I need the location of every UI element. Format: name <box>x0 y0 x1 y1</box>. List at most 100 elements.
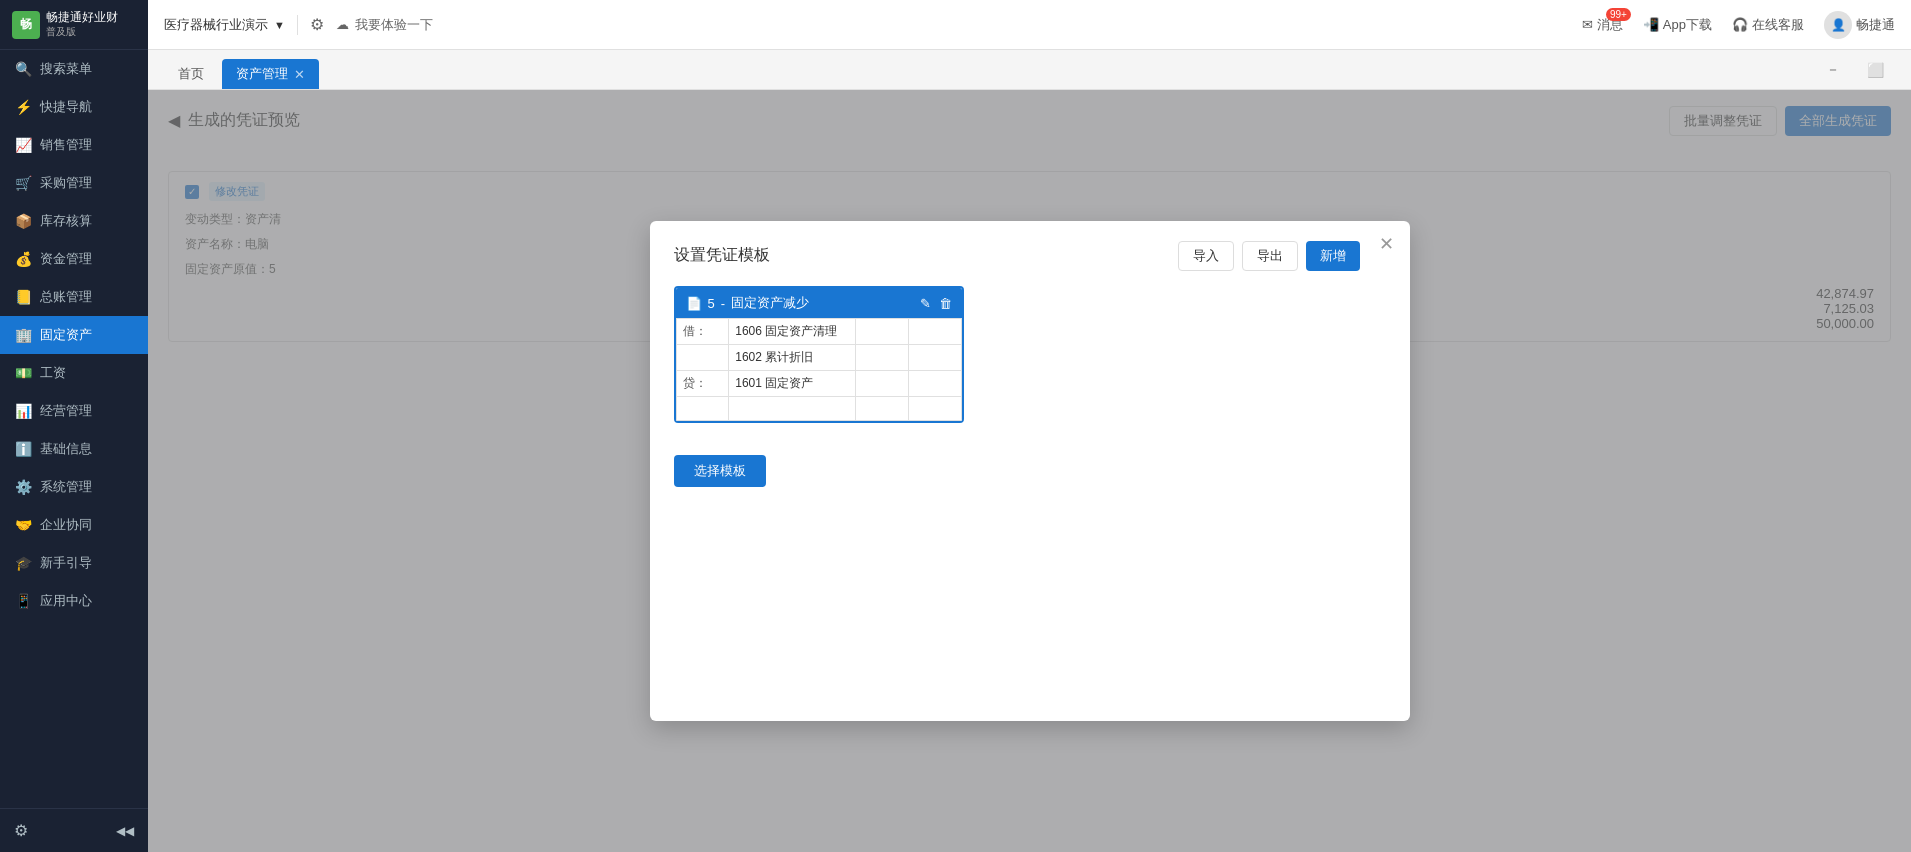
enterprise-icon: 🤝 <box>14 516 32 534</box>
table-row <box>676 397 961 421</box>
sidebar-item-label: 快捷导航 <box>40 98 92 116</box>
sidebar-item-enterprise[interactable]: 🤝 企业协同 <box>0 506 148 544</box>
entry-credit-3 <box>908 397 961 421</box>
select-template-btn[interactable]: 选择模板 <box>674 455 766 487</box>
cloud-icon: ☁ <box>336 17 349 32</box>
download-icon: 📲 <box>1643 17 1659 32</box>
chevron-down-icon: ▼ <box>274 19 285 31</box>
collapse-icon[interactable]: ◀◀ <box>116 824 134 838</box>
search-icon: 🔍 <box>14 60 32 78</box>
modal-overlay: 设置凭证模板 ✕ 导入 导出 新增 📄 5 - <box>148 90 1911 852</box>
sidebar-item-label: 总账管理 <box>40 288 92 306</box>
settings-bottom-icon[interactable]: ⚙ <box>14 821 28 840</box>
window-maximize-btn[interactable]: ⬜ <box>1855 50 1895 90</box>
topbar-divider <box>297 15 298 35</box>
sidebar-item-label: 搜索菜单 <box>40 60 92 78</box>
username: 畅捷通 <box>1856 16 1895 34</box>
sidebar-item-salary[interactable]: 💵 工资 <box>0 354 148 392</box>
entry-type-3 <box>676 397 729 421</box>
sidebar-item-purchase[interactable]: 🛒 采购管理 <box>0 164 148 202</box>
building-icon: 🏢 <box>14 326 32 344</box>
inventory-icon: 📦 <box>14 212 32 230</box>
sidebar-item-label: 应用中心 <box>40 592 92 610</box>
entry-type-0: 借： <box>676 319 729 345</box>
sidebar-item-fixed-assets[interactable]: 🏢 固定资产 <box>0 316 148 354</box>
edit-template-icon[interactable]: ✎ <box>920 296 931 311</box>
salary-icon: 💵 <box>14 364 32 382</box>
entry-debit-2 <box>855 371 908 397</box>
sidebar-bottom: ⚙ ◀◀ <box>0 808 148 852</box>
main-area: 医疗器械行业演示 ▼ ⚙ ☁ 我要体验一下 ✉ 消息 99+ 📲 App下载 🎧… <box>148 0 1911 852</box>
sidebar-item-label: 经营管理 <box>40 402 92 420</box>
flash-icon: ⚡ <box>14 98 32 116</box>
new-btn[interactable]: 新增 <box>1306 241 1360 271</box>
sidebar-item-system[interactable]: ⚙️ 系统管理 <box>0 468 148 506</box>
tab-asset-mgmt[interactable]: 资产管理 ✕ <box>222 59 319 89</box>
headset-icon: 🎧 <box>1732 17 1748 32</box>
sidebar-item-label: 新手引导 <box>40 554 92 572</box>
system-icon: ⚙️ <box>14 478 32 496</box>
template-number: 5 <box>708 296 715 311</box>
sidebar-item-operation[interactable]: 📊 经营管理 <box>0 392 148 430</box>
template-card-header: 📄 5 - 固定资产减少 ✎ 🗑 <box>676 288 962 318</box>
sidebar-item-inventory[interactable]: 📦 库存核算 <box>0 202 148 240</box>
company-selector[interactable]: 医疗器械行业演示 ▼ <box>164 16 285 34</box>
sidebar-item-app-center[interactable]: 📱 应用中心 <box>0 582 148 620</box>
table-row: 贷： 1601 固定资产 <box>676 371 961 397</box>
entry-account-2: 1601 固定资产 <box>729 371 856 397</box>
template-card: 📄 5 - 固定资产减少 ✎ 🗑 <box>674 286 964 423</box>
purchase-icon: 🛒 <box>14 174 32 192</box>
sidebar-item-quick-nav[interactable]: ⚡ 快捷导航 <box>0 88 148 126</box>
entry-debit-3 <box>855 397 908 421</box>
sidebar-item-label: 系统管理 <box>40 478 92 496</box>
tab-home-label: 首页 <box>178 65 204 83</box>
window-minimize-btn[interactable]: － <box>1813 50 1853 90</box>
sidebar-item-label: 采购管理 <box>40 174 92 192</box>
entry-type-1 <box>676 345 729 371</box>
sidebar-item-sales[interactable]: 📈 销售管理 <box>0 126 148 164</box>
template-card-body: 借： 1606 固定资产清理 1602 累计折旧 <box>676 318 962 421</box>
sales-icon: 📈 <box>14 136 32 154</box>
tab-close-icon[interactable]: ✕ <box>294 67 305 82</box>
export-btn[interactable]: 导出 <box>1242 241 1298 271</box>
sidebar-item-label: 资金管理 <box>40 250 92 268</box>
entry-account-3 <box>729 397 856 421</box>
modal-close-btn[interactable]: ✕ <box>1379 233 1394 255</box>
template-dash: - <box>721 296 725 311</box>
settings-icon[interactable]: ⚙ <box>310 15 324 34</box>
avatar: 👤 <box>1824 11 1852 39</box>
user-profile[interactable]: 👤 畅捷通 <box>1824 11 1895 39</box>
modal-dialog: 设置凭证模板 ✕ 导入 导出 新增 📄 5 - <box>650 221 1410 721</box>
content-area: ◀ 生成的凭证预览 批量调整凭证 全部生成凭证 ✓ 修改凭证 变动类型：资产清 … <box>148 90 1911 852</box>
template-table: 借： 1606 固定资产清理 1602 累计折旧 <box>676 318 962 421</box>
entry-debit-0 <box>855 319 908 345</box>
sidebar-item-label: 企业协同 <box>40 516 92 534</box>
delete-template-icon[interactable]: 🗑 <box>939 296 952 311</box>
ledger-icon: 📒 <box>14 288 32 306</box>
template-name: 固定资产减少 <box>731 294 809 312</box>
guide-icon: 🎓 <box>14 554 32 572</box>
operation-icon: 📊 <box>14 402 32 420</box>
app-download-btn[interactable]: 📲 App下载 <box>1643 16 1712 34</box>
experience-text: 我要体验一下 <box>355 16 433 34</box>
tab-home[interactable]: 首页 <box>164 59 218 89</box>
entry-account-1: 1602 累计折旧 <box>729 345 856 371</box>
sidebar-item-guide[interactable]: 🎓 新手引导 <box>0 544 148 582</box>
message-badge: 99+ <box>1606 8 1631 21</box>
logo-title: 畅捷通好业财 <box>46 10 118 26</box>
sidebar-logo: 畅 畅捷通好业财 普及版 <box>0 0 148 50</box>
company-name: 医疗器械行业演示 <box>164 16 268 34</box>
customer-service-btn[interactable]: 🎧 在线客服 <box>1732 16 1804 34</box>
sidebar-item-search[interactable]: 🔍 搜索菜单 <box>0 50 148 88</box>
experience-btn[interactable]: ☁ 我要体验一下 <box>336 16 433 34</box>
sidebar-item-ledger[interactable]: 📒 总账管理 <box>0 278 148 316</box>
info-icon: ℹ️ <box>14 440 32 458</box>
sidebar-item-basic-info[interactable]: ℹ️ 基础信息 <box>0 430 148 468</box>
entry-type-2: 贷： <box>676 371 729 397</box>
message-btn[interactable]: ✉ 消息 99+ <box>1582 16 1623 34</box>
sidebar-item-label: 固定资产 <box>40 326 92 344</box>
entry-credit-0 <box>908 319 961 345</box>
fund-icon: 💰 <box>14 250 32 268</box>
import-btn[interactable]: 导入 <box>1178 241 1234 271</box>
sidebar-item-fund[interactable]: 💰 资金管理 <box>0 240 148 278</box>
